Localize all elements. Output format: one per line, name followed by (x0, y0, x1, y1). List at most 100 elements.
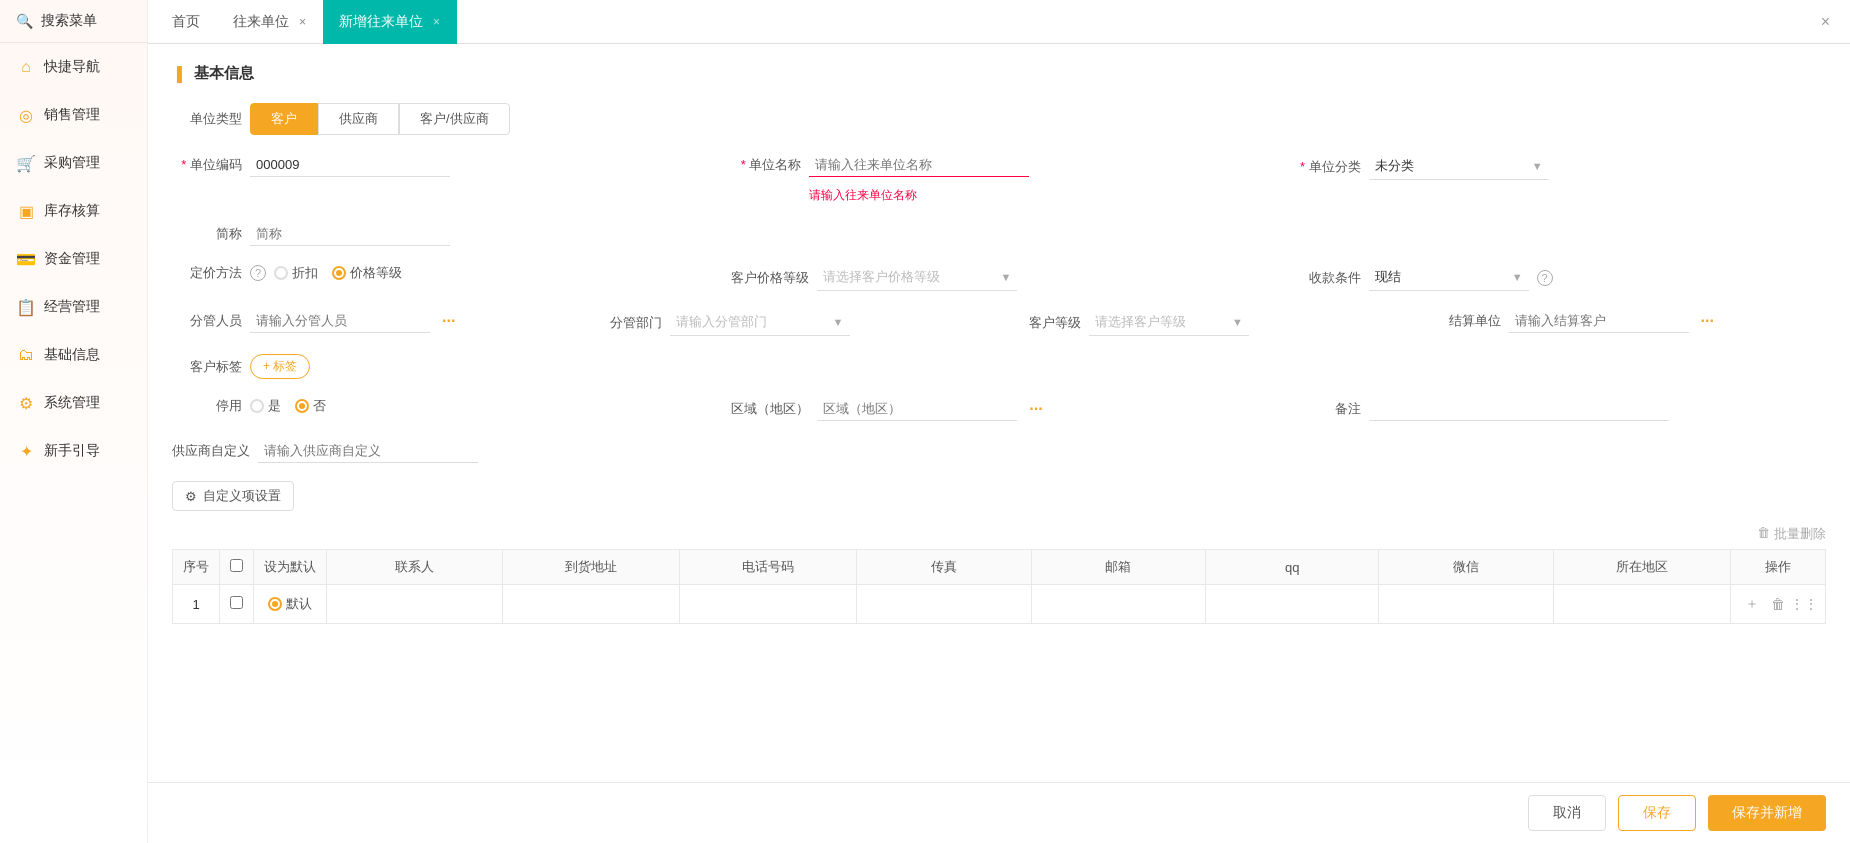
unit-code-input[interactable] (250, 153, 450, 177)
payment-help-icon[interactable]: ? (1537, 270, 1553, 286)
cell-checkbox (220, 585, 254, 624)
save-add-button[interactable]: 保存并新增 (1708, 795, 1826, 831)
cell-email (1031, 585, 1205, 624)
guide-icon: ✦ (16, 441, 36, 461)
tab-counterparty-close[interactable]: × (299, 15, 306, 29)
unit-type-supplier-btn[interactable]: 供应商 (318, 103, 399, 135)
sidebar-label-basic-info: 基础信息 (44, 346, 100, 364)
tab-counterparty[interactable]: 往来单位 × (217, 0, 323, 44)
area-input[interactable] (1564, 597, 1720, 612)
sidebar-item-basic-info[interactable]: 🗂 基础信息 (0, 331, 147, 379)
pricing-level-radio[interactable]: 价格等级 (332, 264, 402, 282)
disabled-no-radio[interactable]: 否 (295, 397, 326, 415)
row-checkbox[interactable] (230, 596, 243, 609)
tab-new-counterparty-label: 新增往来单位 (339, 13, 423, 31)
col-phone: 电话号码 (679, 550, 856, 585)
cell-default: 默认 (254, 585, 327, 624)
sidebar-item-system[interactable]: ⚙ 系统管理 (0, 379, 147, 427)
cell-area (1553, 585, 1730, 624)
address-input[interactable] (513, 597, 669, 612)
region-more-btn[interactable]: ··· (1025, 400, 1046, 418)
select-all-checkbox[interactable] (230, 559, 243, 572)
disabled-yes-radio[interactable]: 是 (250, 397, 281, 415)
unit-category-value: 未分类 (1375, 157, 1528, 175)
col-checkbox (220, 550, 254, 585)
manager-more-btn[interactable]: ··· (438, 312, 459, 330)
col-wechat: 微信 (1379, 550, 1553, 585)
sidebar-item-finance[interactable]: 💳 资金管理 (0, 235, 147, 283)
pricing-discount-radio[interactable]: 折扣 (274, 264, 318, 282)
unit-category-select[interactable]: 未分类 ▼ (1369, 153, 1549, 180)
settlement-unit-label: 结算单位 (1431, 312, 1501, 330)
department-select[interactable]: 请输入分管部门 ▼ (670, 309, 850, 336)
wechat-input[interactable] (1389, 597, 1542, 612)
pricing-help-icon[interactable]: ? (250, 265, 266, 281)
delete-row-button[interactable]: 🗑 (1767, 593, 1789, 615)
settlement-unit-more-btn[interactable]: ··· (1697, 312, 1718, 330)
sidebar-item-sales[interactable]: ◎ 销售管理 (0, 91, 147, 139)
supplier-custom-field: 供应商自定义 (172, 439, 1826, 463)
system-icon: ⚙ (16, 393, 36, 413)
col-contact: 联系人 (327, 550, 503, 585)
unit-type-customer-btn[interactable]: 客户 (250, 103, 318, 135)
cell-qq (1206, 585, 1379, 624)
sidebar-search[interactable]: 🔍 搜索菜单 (0, 0, 147, 43)
customer-level-select[interactable]: 请选择客户等级 ▼ (1089, 309, 1249, 336)
sidebar-label-system: 系统管理 (44, 394, 100, 412)
inventory-icon: ▣ (16, 201, 36, 221)
add-tag-button[interactable]: + 标签 (250, 354, 310, 379)
region-field: 区域（地区） ··· (731, 397, 1266, 421)
supplier-custom-input[interactable] (258, 439, 478, 463)
cell-action: ＋ 🗑 ⋮⋮ (1730, 585, 1825, 624)
department-arrow: ▼ (833, 316, 844, 328)
disabled-row: 停用 是 否 区域（地区） ··· (172, 397, 1826, 421)
settlement-unit-input[interactable] (1509, 309, 1689, 333)
email-input[interactable] (1042, 597, 1195, 612)
col-email: 邮箱 (1031, 550, 1205, 585)
remark-input[interactable] (1369, 397, 1669, 421)
customer-price-level-select[interactable]: 请选择客户价格等级 ▼ (817, 264, 1017, 291)
manager-input[interactable] (250, 309, 430, 333)
payment-terms-field: 收款条件 现结 ▼ ? (1291, 264, 1826, 291)
unit-name-input[interactable] (809, 153, 1029, 177)
gear-icon: ⚙ (185, 489, 197, 504)
add-row-button[interactable]: ＋ (1741, 593, 1763, 615)
department-placeholder: 请输入分管部门 (676, 313, 829, 331)
save-button[interactable]: 保存 (1618, 795, 1696, 831)
customer-tag-field: 客户标签 + 标签 (172, 354, 1826, 379)
sidebar-label-sales: 销售管理 (44, 106, 100, 124)
customer-level-field: 客户等级 请选择客户等级 ▼ (1011, 309, 1407, 336)
tab-new-counterparty[interactable]: 新增往来单位 × (323, 0, 457, 44)
fax-input[interactable] (867, 597, 1020, 612)
sidebar-item-quick-nav[interactable]: ⌂ 快捷导航 (0, 43, 147, 91)
customer-price-level-placeholder: 请选择客户价格等级 (823, 268, 996, 286)
sidebar-item-purchase[interactable]: 🛒 采购管理 (0, 139, 147, 187)
batch-delete-label[interactable]: 批量删除 (1774, 525, 1826, 543)
customer-price-level-arrow: ▼ (1000, 271, 1011, 283)
unit-type-both-btn[interactable]: 客户/供应商 (399, 103, 510, 135)
tab-home[interactable]: 首页 (156, 0, 217, 44)
pricing-method-field: 定价方法 ? 折扣 价格等级 (172, 264, 707, 282)
drag-handle[interactable]: ⋮⋮ (1793, 593, 1815, 615)
qq-input[interactable] (1216, 597, 1368, 612)
payment-terms-arrow: ▼ (1512, 271, 1523, 283)
col-qq: qq (1206, 550, 1379, 585)
cancel-button[interactable]: 取消 (1528, 795, 1606, 831)
short-name-input[interactable] (250, 222, 450, 246)
default-radio-item[interactable]: 默认 (264, 595, 316, 613)
col-address: 到货地址 (502, 550, 679, 585)
sidebar-label-inventory: 库存核算 (44, 202, 100, 220)
phone-input[interactable] (690, 597, 846, 612)
sidebar-item-operations[interactable]: 📋 经营管理 (0, 283, 147, 331)
region-input[interactable] (817, 397, 1017, 421)
contact-input[interactable] (337, 597, 492, 612)
region-label: 区域（地区） (731, 400, 809, 418)
payment-terms-select[interactable]: 现结 ▼ (1369, 264, 1529, 291)
tab-new-counterparty-close[interactable]: × (433, 15, 440, 29)
sidebar-item-inventory[interactable]: ▣ 库存核算 (0, 187, 147, 235)
custom-settings-button[interactable]: ⚙ 自定义项设置 (172, 481, 294, 511)
customer-level-label: 客户等级 (1011, 314, 1081, 332)
sidebar-item-guide[interactable]: ✦ 新手引导 (0, 427, 147, 475)
window-close-button[interactable]: × (1809, 13, 1842, 31)
sidebar: 🔍 搜索菜单 ⌂ 快捷导航 ◎ 销售管理 🛒 采购管理 ▣ 库存核算 💳 资金管… (0, 0, 148, 843)
